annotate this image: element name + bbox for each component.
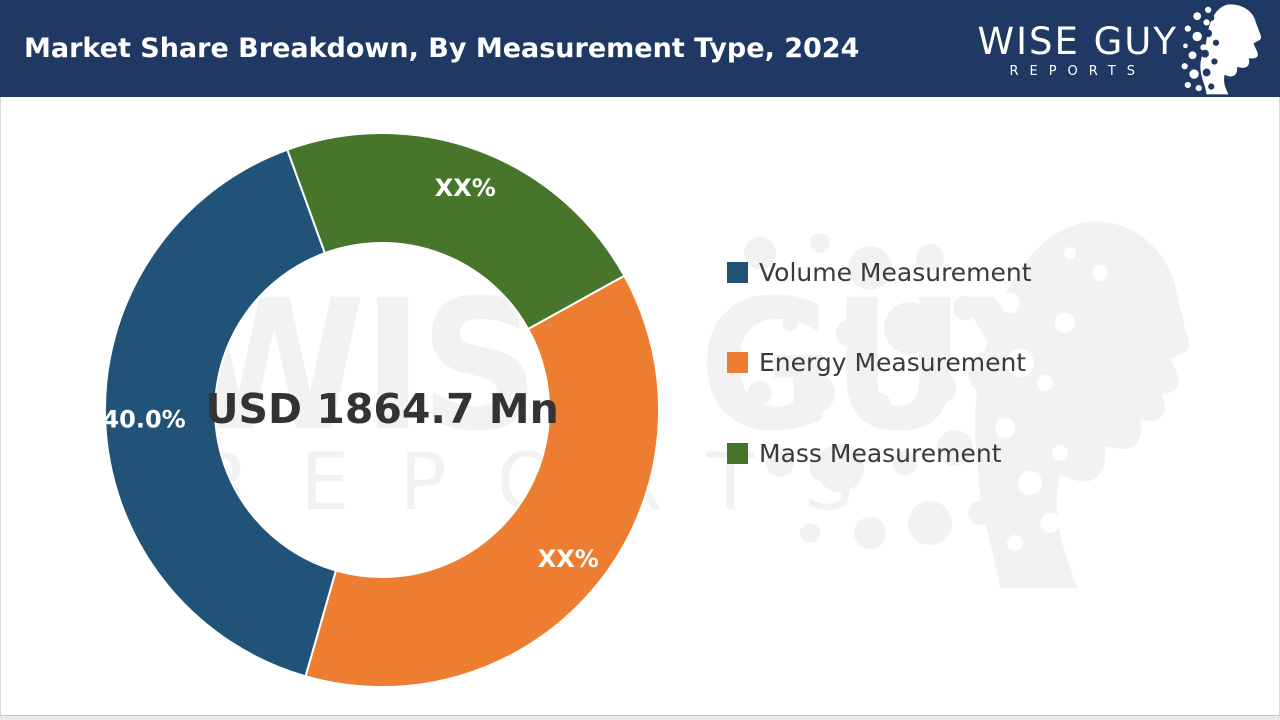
legend-label: Volume Measurement — [759, 258, 1032, 287]
legend-swatch-mass — [727, 443, 748, 464]
legend-item-energy-measurement: Energy Measurement — [727, 348, 1026, 377]
legend-swatch-volume — [727, 262, 748, 283]
logo-text: WISE GUY REPORTS — [978, 20, 1178, 79]
donut-slice-1 — [304, 274, 661, 689]
slice-label-2: XX% — [435, 174, 496, 202]
legend-swatch-energy — [727, 352, 748, 373]
slice-label-1: XX% — [538, 545, 599, 573]
slice-label-0: 40.0% — [102, 405, 185, 433]
legend-item-mass-measurement: Mass Measurement — [727, 439, 1002, 468]
donut-slice-2 — [286, 132, 626, 331]
legend-item-volume-measurement: Volume Measurement — [727, 258, 1032, 287]
legend-label: Mass Measurement — [759, 439, 1002, 468]
legend-label: Energy Measurement — [759, 348, 1027, 377]
wise-guy-reports-logo: WISE GUY REPORTS — [978, 4, 1266, 95]
header-bar: Market Share Breakdown, By Measurement T… — [0, 0, 1280, 97]
logo-wordmark: WISE GUY — [977, 19, 1178, 63]
head-profile-dots-icon — [1181, 4, 1262, 95]
logo-subtitle: REPORTS — [1009, 63, 1147, 79]
donut-center-value: USD 1864.7 Mn — [205, 385, 559, 433]
page-border-left — [0, 97, 1, 720]
page-title: Market Share Breakdown, By Measurement T… — [24, 33, 860, 64]
page-bottom-strip — [0, 716, 1280, 720]
